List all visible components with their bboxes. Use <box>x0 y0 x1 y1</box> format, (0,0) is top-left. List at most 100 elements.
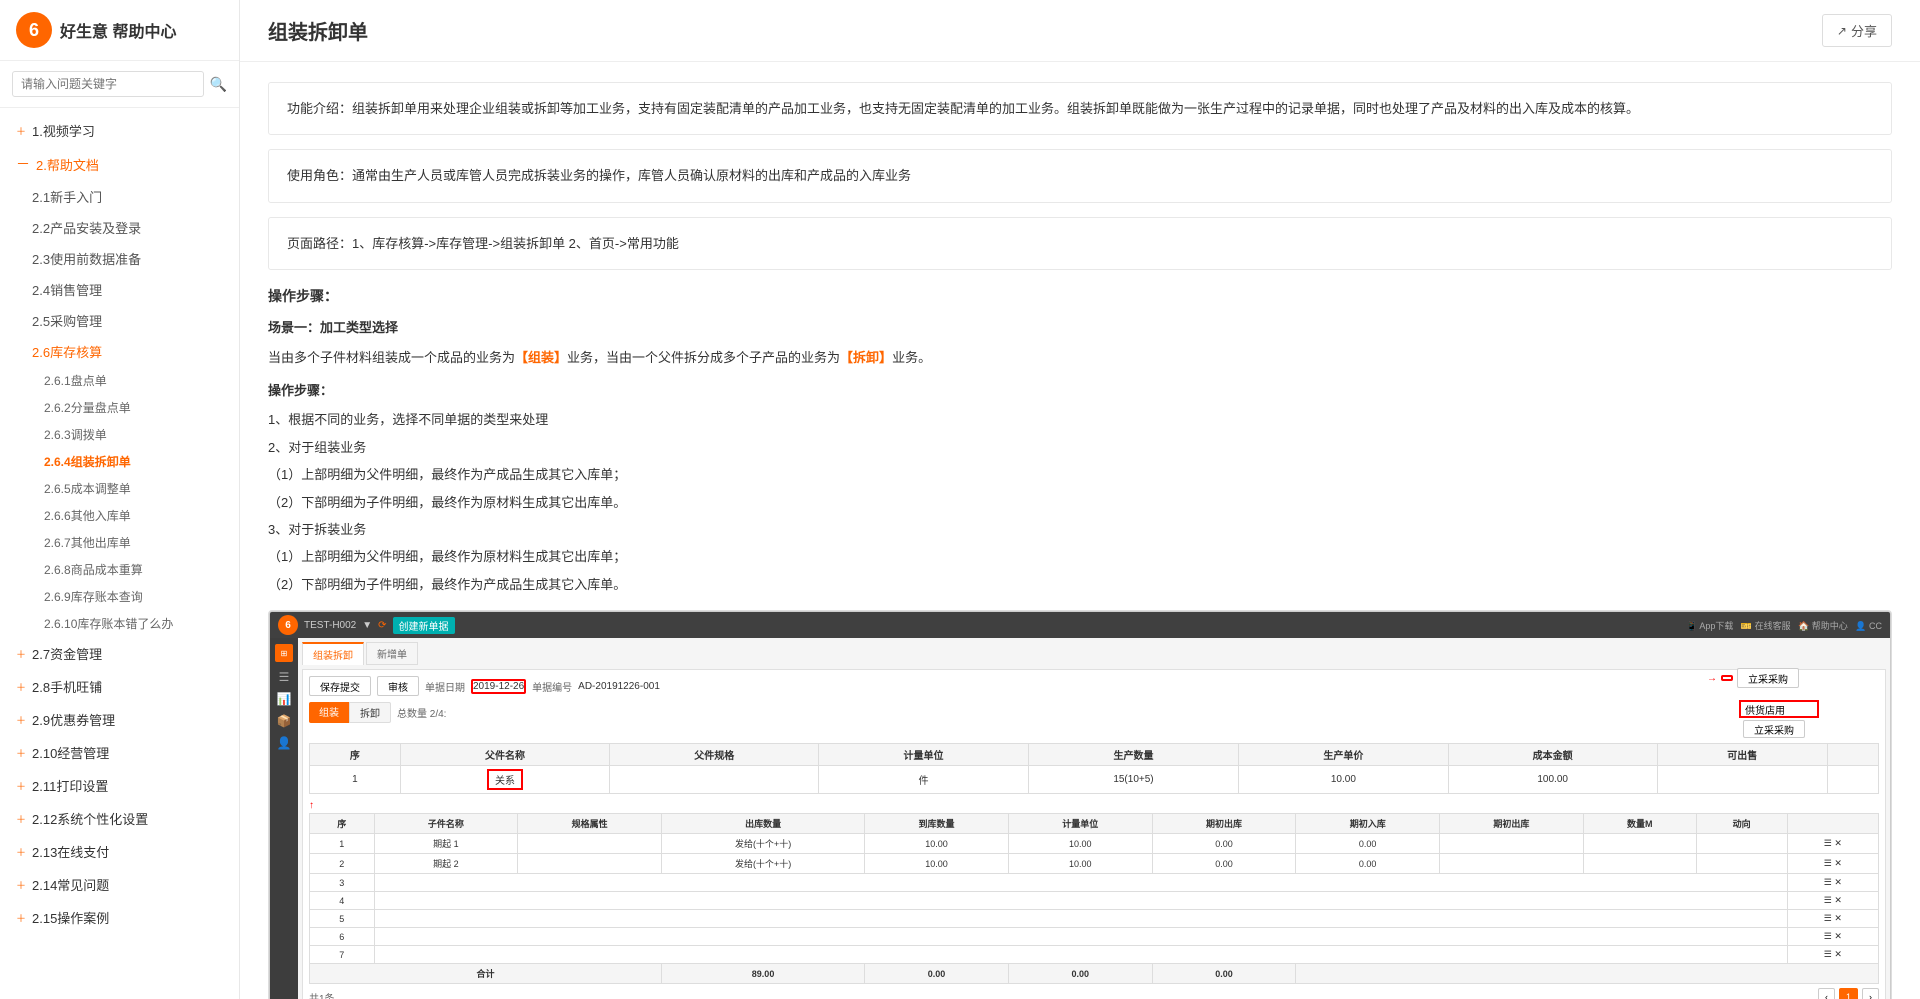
screenshot-container: 6 TEST-H002 ▼ ⟳ 创建新单据 📱 App下载 🎫 在线客服 🏠 帮… <box>268 610 1892 999</box>
mock-date-value: 2019-12-26 <box>471 679 526 694</box>
sidebar-item-partial-stocktake[interactable]: 2.6.2分量盘点单 <box>0 394 239 421</box>
sidebar-header: 6 好生意 帮助中心 <box>0 0 239 61</box>
mock-save-btn[interactable]: 保存提交 <box>309 676 371 696</box>
mock-tab-assembly[interactable]: 组装拆卸 <box>302 642 364 665</box>
sidebar-item-sales[interactable]: 2.4销售管理 <box>0 274 239 305</box>
mock-td-parent-spec <box>610 766 819 794</box>
mock-enable-input[interactable] <box>1739 700 1819 718</box>
logo-icon: 6 <box>16 12 52 48</box>
mock-page-controls: ‹ 1 › <box>1818 988 1879 999</box>
mock-sub-footer: 合计 89.00 0.00 0.00 0.00 <box>310 964 1879 984</box>
sidebar-item-other-out[interactable]: 2.6.7其他出库单 <box>0 529 239 556</box>
screenshot-mock: 6 TEST-H002 ▼ ⟳ 创建新单据 📱 App下载 🎫 在线客服 🏠 帮… <box>269 611 1891 999</box>
sidebar-item-other-in[interactable]: 2.6.6其他入库单 <box>0 502 239 529</box>
mock-app-bar: 6 TEST-H002 ▼ ⟳ 创建新单据 📱 App下载 🎫 在线客服 🏠 帮… <box>270 612 1890 638</box>
sidebar-item-payment[interactable]: ＋ 2.13在线支付 <box>0 835 239 868</box>
mock-footer-v4: 0.00 <box>1152 964 1296 984</box>
sidebar-nav: ＋ 1.视频学习 － 2.帮助文档 2.1新手入门 2.2产品安装及登录 2.3… <box>0 108 239 999</box>
sidebar-item-stock-query[interactable]: 2.6.9库存账本查询 <box>0 583 239 610</box>
mock-sub-td-unit1: 10.00 <box>1008 834 1152 854</box>
search-input[interactable] <box>12 71 204 97</box>
plus-icon-personalize: ＋ <box>16 811 26 826</box>
mock-sub-th-out-qty: 出库数量 <box>662 814 865 834</box>
sidebar-item-faq[interactable]: ＋ 2.14常见问题 <box>0 868 239 901</box>
sidebar-item-ops[interactable]: ＋ 2.10经营管理 <box>0 736 239 769</box>
mock-page-prev[interactable]: ‹ <box>1818 988 1835 999</box>
mock-sub-th-trend: 动向 <box>1696 814 1787 834</box>
mock-th-parent-spec: 父件规格 <box>610 744 819 766</box>
sidebar-item-stocktake[interactable]: 2.6.1盘点单 <box>0 367 239 394</box>
mock-confirm-btn[interactable]: 立采采购 <box>1743 720 1805 738</box>
assembly-label: 【组装】 <box>515 350 567 365</box>
step-2: 2、对于组装业务 <box>268 436 1892 459</box>
mock-select-material-btn[interactable] <box>1721 675 1733 681</box>
mock-sub-td-inq2: 10.00 <box>865 854 1009 874</box>
sidebar-item-personalize[interactable]: ＋ 2.12系统个性化设置 <box>0 802 239 835</box>
plus-icon-mobile: ＋ <box>16 679 26 694</box>
mock-sub-td-outq1: 发给(十个+十) <box>662 834 865 854</box>
mock-th-price: 生产单价 <box>1239 744 1448 766</box>
mock-td-seq: 1 <box>310 766 401 794</box>
mock-parent-name-cell: 关系 <box>487 769 523 790</box>
mock-sub-td-seq5: 5 <box>310 910 375 928</box>
sidebar-item-video[interactable]: ＋ 1.视频学习 <box>0 114 239 147</box>
mock-sub-td-seq6: 6 <box>310 928 375 946</box>
mock-approve-btn[interactable]: 审核 <box>377 676 419 696</box>
intro-text: 功能介绍：组装拆卸单用来处理企业组装或拆卸等加工业务，支持有固定装配清单的产品加… <box>287 101 1639 116</box>
step-2-1: （1）上部明细为父件明细，最终作为产成品生成其它入库单； <box>268 463 1892 486</box>
sidebar-item-stock-error[interactable]: 2.6.10库存账本错了么办 <box>0 610 239 637</box>
sidebar-item-docs[interactable]: － 2.帮助文档 <box>0 147 239 181</box>
mock-table-section: 序 父件名称 父件规格 计量单位 生产数量 生产单价 成本金额 可出售 <box>309 743 1879 794</box>
step-1: 1、根据不同的业务，选择不同单据的类型来处理 <box>268 408 1892 431</box>
steps-title: 操作步骤： <box>268 379 1892 402</box>
sidebar-item-print[interactable]: ＋ 2.11打印设置 <box>0 769 239 802</box>
share-button[interactable]: ↗ 分享 <box>1822 14 1892 47</box>
role-text: 使用角色：通常由生产人员或库管人员完成拆装业务的操作，库管人员确认原材料的出库和… <box>287 168 911 183</box>
sidebar-item-transfer[interactable]: 2.6.3调拨单 <box>0 421 239 448</box>
mock-footer-v3: 0.00 <box>1008 964 1152 984</box>
search-button[interactable]: 🔍 <box>210 76 227 93</box>
mock-icon-chart: 📊 <box>277 692 292 706</box>
mock-th-cost: 成本金额 <box>1448 744 1657 766</box>
mock-action-btn[interactable]: 立采采购 <box>1737 668 1799 688</box>
sidebar-item-install[interactable]: 2.2产品安装及登录 <box>0 212 239 243</box>
table-row: 1 期起 1 发给(十个+十) 10.00 10.00 0.00 0.00 <box>310 834 1879 854</box>
table-row: 7 ☰ ✕ <box>310 946 1879 964</box>
mock-page-next[interactable]: › <box>1862 988 1879 999</box>
sidebar-item-cost-adjust[interactable]: 2.6.5成本调整单 <box>0 475 239 502</box>
scenario1-desc: 当由多个子件材料组装成一个成品的业务为【组装】业务，当由一个父件拆分成多个子产品… <box>268 346 1892 369</box>
sidebar-item-inventory[interactable]: 2.6库存核算 <box>0 336 239 367</box>
mock-page-1[interactable]: 1 <box>1839 988 1858 999</box>
mock-type-disassembly[interactable]: 拆卸 <box>349 702 391 723</box>
mock-sub-td-seq7: 7 <box>310 946 375 964</box>
plus-icon-cases: ＋ <box>16 910 26 925</box>
mock-sub-td-op5: ☰ ✕ <box>1787 910 1878 928</box>
sidebar-item-cost-recalc[interactable]: 2.6.8商品成本重算 <box>0 556 239 583</box>
sidebar-item-mobile[interactable]: ＋ 2.8手机旺铺 <box>0 670 239 703</box>
mock-sub-td-initout22 <box>1440 854 1584 874</box>
mock-tab-new[interactable]: 新增单 <box>366 642 418 665</box>
mock-sub-td-empty6 <box>374 928 1787 946</box>
mock-th-seq: 序 <box>310 744 401 766</box>
path-block: 页面路径：1、库存核算->库存管理->组装拆卸单 2、首页->常用功能 <box>268 217 1892 270</box>
sidebar-item-new-user[interactable]: 2.1新手入门 <box>0 181 239 212</box>
step-3: 3、对于拆装业务 <box>268 518 1892 541</box>
sidebar-item-finance[interactable]: ＋ 2.7资金管理 <box>0 637 239 670</box>
sidebar-item-purchase[interactable]: 2.5采购管理 <box>0 305 239 336</box>
mock-toolbar-row: 保存提交 审核 单据日期 2019-12-26 单据编号 AD-20191226… <box>309 676 1879 696</box>
mock-sub-th-spec: 规格属性 <box>518 814 662 834</box>
intro-block: 功能介绍：组装拆卸单用来处理企业组装或拆卸等加工业务，支持有固定装配清单的产品加… <box>268 82 1892 135</box>
step-2-2: （2）下部明细为子件明细，最终作为原材料生成其它出库单。 <box>268 491 1892 514</box>
mock-create-btn[interactable]: 创建新单据 <box>393 617 455 634</box>
page-title: 组装拆卸单 <box>268 16 368 45</box>
mock-td-qty: 15(10+5) <box>1028 766 1239 794</box>
mock-sub-th-qty-m: 数量M <box>1583 814 1696 834</box>
minus-icon: － <box>16 154 30 174</box>
mock-sidebar-icons: ⊞ ☰ 📊 📦 👤 <box>270 638 298 999</box>
mock-th-qty: 生产数量 <box>1028 744 1239 766</box>
sidebar-item-data-prep[interactable]: 2.3使用前数据准备 <box>0 243 239 274</box>
sidebar-item-assembly[interactable]: 2.6.4组装拆卸单 <box>0 448 239 475</box>
sidebar-item-coupon[interactable]: ＋ 2.9优惠券管理 <box>0 703 239 736</box>
mock-type-assembly[interactable]: 组装 <box>309 702 349 723</box>
sidebar-item-cases[interactable]: ＋ 2.15操作案例 <box>0 901 239 934</box>
